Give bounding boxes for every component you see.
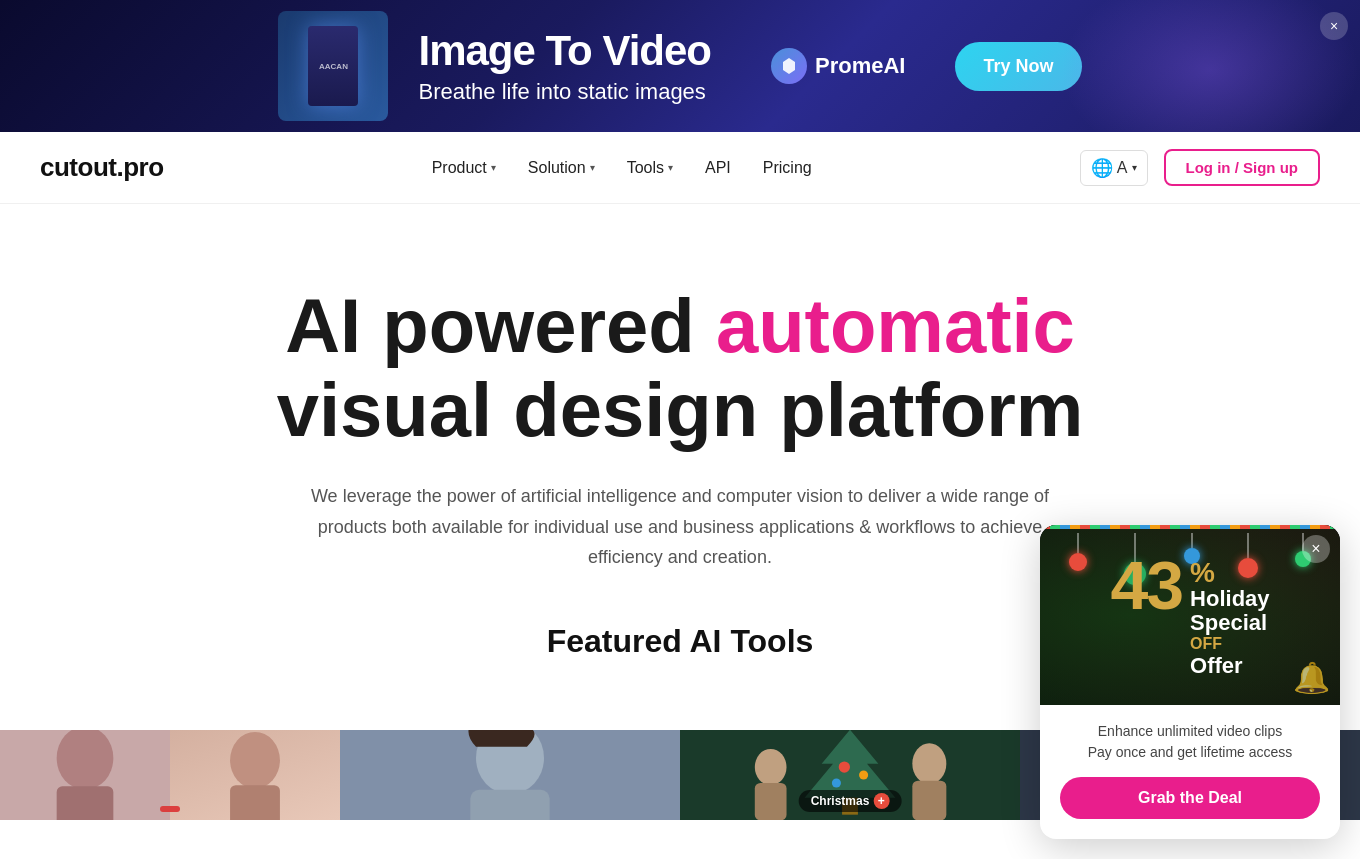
svg-rect-11 [470,790,549,820]
ad-banner: AACAN Image To Video Breathe life into s… [0,0,1360,132]
navbar: cutout.pro Product ▾ Solution ▾ Tools ▾ … [0,132,1360,204]
popup-banner: 43 % Holiday Special OFF Offer 🔔 [1040,525,1340,705]
svg-text:AACAN: AACAN [323,66,345,72]
ad-title: Image To Video [418,27,711,75]
ad-logo-name: PromeAI [815,53,905,79]
tool-card-2[interactable] [340,730,680,820]
ad-logo: PromeAI [771,48,905,84]
popup-discount-sign: % [1190,559,1269,587]
tool-card-1[interactable] [0,730,340,820]
popup-bell-icon: 🔔 [1293,660,1330,695]
popup-holiday-line2: Special [1190,610,1267,635]
popup-deal-content: 43 % Holiday Special OFF Offer [1110,551,1269,679]
lang-label: A [1117,159,1128,177]
svg-point-16 [859,770,868,779]
nav-right: 🌐 A ▾ Log in / Sign up [1080,149,1320,186]
popup-off-label: OFF [1190,635,1269,653]
ad-subtitle: Breathe life into static images [418,79,711,105]
svg-point-17 [832,778,841,787]
popup-holiday-line1: Holiday [1190,586,1269,611]
grab-deal-button[interactable]: Grab the Deal [1060,777,1320,819]
lang-chevron-icon: ▾ [1132,162,1137,173]
solution-chevron-icon: ▾ [590,162,595,173]
ad-product-image: AACAN [278,11,388,121]
hero-subtitle: We leverage the power of artificial inte… [305,481,1055,573]
hero-title-accent: automatic [716,283,1075,368]
svg-rect-0 [325,26,341,34]
svg-point-18 [912,743,946,784]
nav-api[interactable]: API [705,159,731,177]
svg-rect-1 [321,34,345,94]
ad-close-button[interactable]: × [1320,12,1348,40]
popup-desc: Enhance unlimited video clips Pay once a… [1060,721,1320,763]
svg-point-7 [230,732,280,789]
popup-desc-line2: Pay once and get lifetime access [1088,744,1293,760]
product-chevron-icon: ▾ [491,162,496,173]
hero-title: AI powered automatic visual design platf… [40,284,1320,451]
popup-close-button[interactable]: × [1302,535,1330,563]
tool-card-3[interactable]: Christmas + [680,730,1020,820]
popup-lights [1040,525,1340,529]
promo-popup: × [1040,525,1340,820]
svg-point-15 [839,761,850,772]
svg-rect-6 [57,786,114,820]
card1-badge [160,806,180,812]
nav-pricing[interactable]: Pricing [763,159,812,177]
nav-tools[interactable]: Tools ▾ [627,159,673,177]
language-icon: 🌐 [1091,157,1113,179]
promeai-icon [771,48,807,84]
nav-solution[interactable]: Solution ▾ [528,159,595,177]
tools-chevron-icon: ▾ [668,162,673,173]
svg-rect-2 [325,34,333,94]
hero-title-part2: visual design platform [277,367,1084,452]
svg-rect-21 [755,783,787,820]
popup-discount-number: 43 [1110,551,1182,619]
hero-title-part1: AI powered [285,283,716,368]
card3-badge: Christmas + [799,790,902,812]
nav-product[interactable]: Product ▾ [432,159,496,177]
card3-label: Christmas [811,794,870,808]
login-button[interactable]: Log in / Sign up [1164,149,1320,186]
popup-bottom: Enhance unlimited video clips Pay once a… [1040,705,1340,820]
svg-rect-19 [912,781,946,820]
svg-point-20 [755,749,787,785]
logo[interactable]: cutout.pro [40,152,164,183]
ad-try-button[interactable]: Try Now [955,42,1081,91]
language-button[interactable]: 🌐 A ▾ [1080,150,1148,186]
svg-rect-8 [230,785,280,820]
card3-plus-icon: + [873,793,889,809]
nav-links: Product ▾ Solution ▾ Tools ▾ API Pricing [432,159,812,177]
popup-desc-line1: Enhance unlimited video clips [1098,723,1282,739]
popup-discount-details: % Holiday Special OFF Offer [1190,551,1269,679]
popup-offer-label: Offer [1190,653,1269,679]
